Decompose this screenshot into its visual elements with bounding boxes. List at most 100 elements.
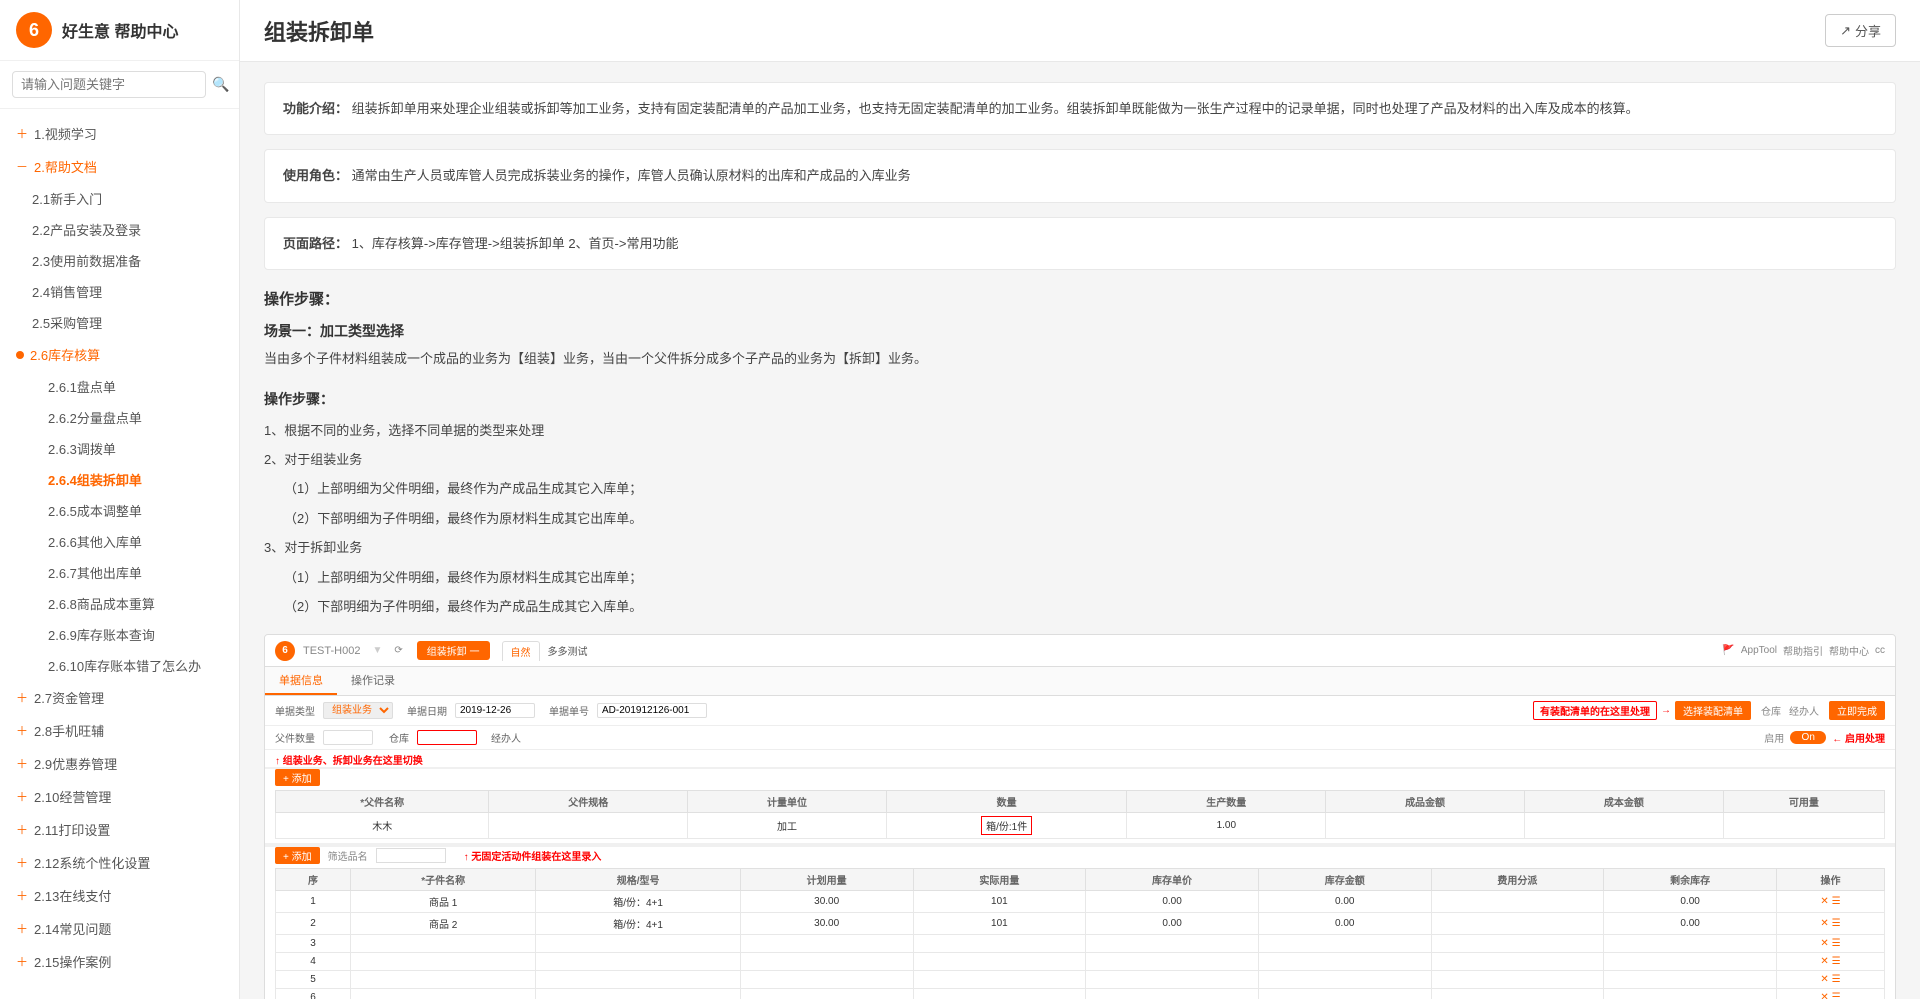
sidebar-item-doc-21[interactable]: 2.1新手入门 [0,183,239,214]
mock-date-input[interactable] [455,703,535,718]
plus-icon-211: ＋ [16,821,28,838]
sidebar-item-doc-214[interactable]: ＋ 2.14常见问题 [0,912,239,945]
search-input[interactable] [12,71,206,98]
minus-icon: － [16,158,28,175]
mock-count-input[interactable] [323,730,373,745]
mock-filter-input[interactable] [376,848,446,863]
mock-system-label: TEST-H002 [303,645,360,657]
mock-num-input[interactable] [597,703,707,718]
mock-cell-qty: 箱/份:1件 [886,813,1126,839]
intro-block: 功能介绍： 组装拆卸单用来处理企业组装或拆卸等加工业务，支持有固定装配清单的产品… [264,82,1896,135]
mock-select-list-btn[interactable]: 选择装配清单 [1675,701,1751,720]
mock-nav-button[interactable]: 组装拆卸 一 [417,641,490,660]
mock-row-action-4[interactable]: ✕ ☰ [1820,956,1840,967]
mock-tab-natural[interactable]: 自然 [502,641,540,661]
step2-1: （1）上部明细为父件明细，最终作为产成品生成其它入库单； [264,477,1896,500]
share-button[interactable]: ↗ 分享 [1825,14,1896,47]
search-button[interactable]: 🔍 [212,76,229,93]
table-row: 1 商品 1 箱/份：4+1 30.00 101 0.00 0.00 0.00 … [276,891,1885,913]
screenshot-container: 6 TEST-H002 ▼ ⟳ 组装拆卸 一 自然 多多测试 🚩 AppTool… [264,634,1896,999]
table-row: 3 ✕ ☰ [276,935,1885,953]
plus-icon-212: ＋ [16,854,28,871]
mock-col-parent-name: *父件名称 [276,791,489,813]
sidebar-item-docs[interactable]: － 2.帮助文档 [0,150,239,183]
role-block: 使用角色： 通常由生产人员或库管人员完成拆装业务的操作，库管人员确认原材料的出库… [264,149,1896,202]
mock-annotation5: ↑ 无固定活动件组装在这里录入 [464,848,602,863]
main-content: 组装拆卸单 ↗ 分享 功能介绍： 组装拆卸单用来处理企业组装或拆卸等加工业务，支… [240,0,1920,999]
mock-label-storage: 仓库 [389,730,409,745]
mock-add-child-btn[interactable]: + 添加 [275,847,320,864]
scene1-title: 场景一：加工类型选择 [264,321,1896,341]
sidebar-item-doc-2610[interactable]: 2.6.10库存账本错了怎么办 [0,650,239,681]
sidebar-item-doc-212[interactable]: ＋ 2.12系统个性化设置 [0,846,239,879]
mock-cell-prodamt [1326,813,1525,839]
table-row: 4 ✕ ☰ [276,953,1885,971]
mock-switch-toggle[interactable]: On [1790,731,1826,744]
dot-icon [16,351,24,359]
sidebar-item-videos[interactable]: ＋ 1.视频学习 [0,117,239,150]
sidebar-item-doc-268[interactable]: 2.6.8商品成本重算 [0,588,239,619]
mock-row-action-3[interactable]: ✕ ☰ [1820,938,1840,949]
mock-annotation4: ← 启用处理 [1832,730,1885,745]
mock-cell-avail [1723,813,1884,839]
mock-type-select[interactable]: 组装业务 拆卸业务 [323,702,393,719]
sidebar-item-doc-28[interactable]: ＋ 2.8手机旺辅 [0,714,239,747]
path-block: 页面路径： 1、库存核算->库存管理->组装拆卸单 2、首页->常用功能 [264,217,1896,270]
mock-row-action-5[interactable]: ✕ ☰ [1820,974,1840,985]
mock-row-action-1[interactable]: ✕ ☰ [1820,896,1840,907]
step1: 1、根据不同的业务，选择不同单据的类型来处理 [264,419,1896,442]
mock-logo-icon: 6 [275,641,295,661]
mock-row-action-6[interactable]: ✕ ☰ [1820,992,1840,999]
mock-cell-cost [1524,813,1723,839]
mock-subtab-info[interactable]: 单据信息 [265,667,337,695]
mock-subtab-ops[interactable]: 操作记录 [337,667,409,695]
sidebar-item-doc-27[interactable]: ＋ 2.7资金管理 [0,681,239,714]
sidebar-item-doc-265[interactable]: 2.6.5成本调整单 [0,495,239,526]
mock-col-avail: 可用量 [1723,791,1884,813]
mock-filter-note: 筛选品名 [328,848,368,863]
sidebar-item-doc-266[interactable]: 2.6.6其他入库单 [0,526,239,557]
sidebar-item-doc-211[interactable]: ＋ 2.11打印设置 [0,813,239,846]
sidebar-item-doc-210[interactable]: ＋ 2.10经营管理 [0,780,239,813]
sidebar-item-doc-23[interactable]: 2.3使用前数据准备 [0,245,239,276]
mock-cc: cc [1875,645,1885,656]
app-logo-icon: 6 [16,12,52,48]
mock-cell-qty-box: 箱/份:1件 [981,816,1032,835]
mock-col-parent-spec: 父件规格 [489,791,688,813]
mock-confirm-btn[interactable]: 立即完成 [1829,701,1885,720]
sidebar-item-doc-29[interactable]: ＋ 2.9优惠券管理 [0,747,239,780]
mock-row-action-2[interactable]: ✕ ☰ [1820,918,1840,929]
top-bar: 组装拆卸单 ↗ 分享 [240,0,1920,62]
mock-cell-prodqty: 1.00 [1127,813,1326,839]
mock-tab-duoduo[interactable]: 多多测试 [540,641,596,661]
mock-help-guide: 帮助指引 [1783,643,1823,658]
sidebar-item-doc-213[interactable]: ＋ 2.13在线支付 [0,879,239,912]
mock-lower-table-area: + 添加 筛选品名 ↑ 无固定活动件组装在这里录入 序 *子件名称 规格/型号 [265,847,1895,999]
mock-screenshot: 6 TEST-H002 ▼ ⟳ 组装拆卸 一 自然 多多测试 🚩 AppTool… [265,635,1895,999]
sidebar-item-doc-24[interactable]: 2.4销售管理 [0,276,239,307]
role-label: 使用角色： [283,168,348,183]
mock-help-center: 帮助中心 [1829,643,1869,658]
mock-storage-input[interactable] [417,730,477,745]
plus-icon-214: ＋ [16,920,28,937]
step2-2: （2）下部明细为子件明细，最终作为原材料生成其它出库单。 [264,507,1896,530]
path-text: 1、库存核算->库存管理->组装拆卸单 2、首页->常用功能 [352,236,679,251]
plus-icon-28: ＋ [16,722,28,739]
sidebar-item-doc-215[interactable]: ＋ 2.15操作案例 [0,945,239,978]
sidebar-item-doc-267[interactable]: 2.6.7其他出库单 [0,557,239,588]
sidebar-item-doc-263[interactable]: 2.6.3调拨单 [0,433,239,464]
mock-add-parent-btn[interactable]: + 添加 [275,769,320,786]
plus-icon-213: ＋ [16,887,28,904]
sidebar-item-doc-25[interactable]: 2.5采购管理 [0,307,239,338]
sidebar-item-doc-269[interactable]: 2.6.9库存账本查询 [0,619,239,650]
mock-col-qty: 数量 [886,791,1126,813]
mock-app-tool: AppTool [1741,645,1777,656]
mock-upper-table-header: + 添加 [275,769,1885,786]
sidebar-item-doc-264[interactable]: 2.6.4组装拆卸单 [0,464,239,495]
sidebar-item-doc-22[interactable]: 2.2产品安装及登录 [0,214,239,245]
sidebar-item-doc-26[interactable]: 2.6库存核算 [0,338,239,371]
mock-tabs: 自然 多多测试 [502,641,596,661]
sidebar-item-doc-262[interactable]: 2.6.2分量盘点单 [0,402,239,433]
sidebar-item-doc-261[interactable]: 2.6.1盘点单 [0,371,239,402]
mock-form-row2: 父件数量 仓库 经办人 启用 On ← 启用处理 [265,726,1895,750]
